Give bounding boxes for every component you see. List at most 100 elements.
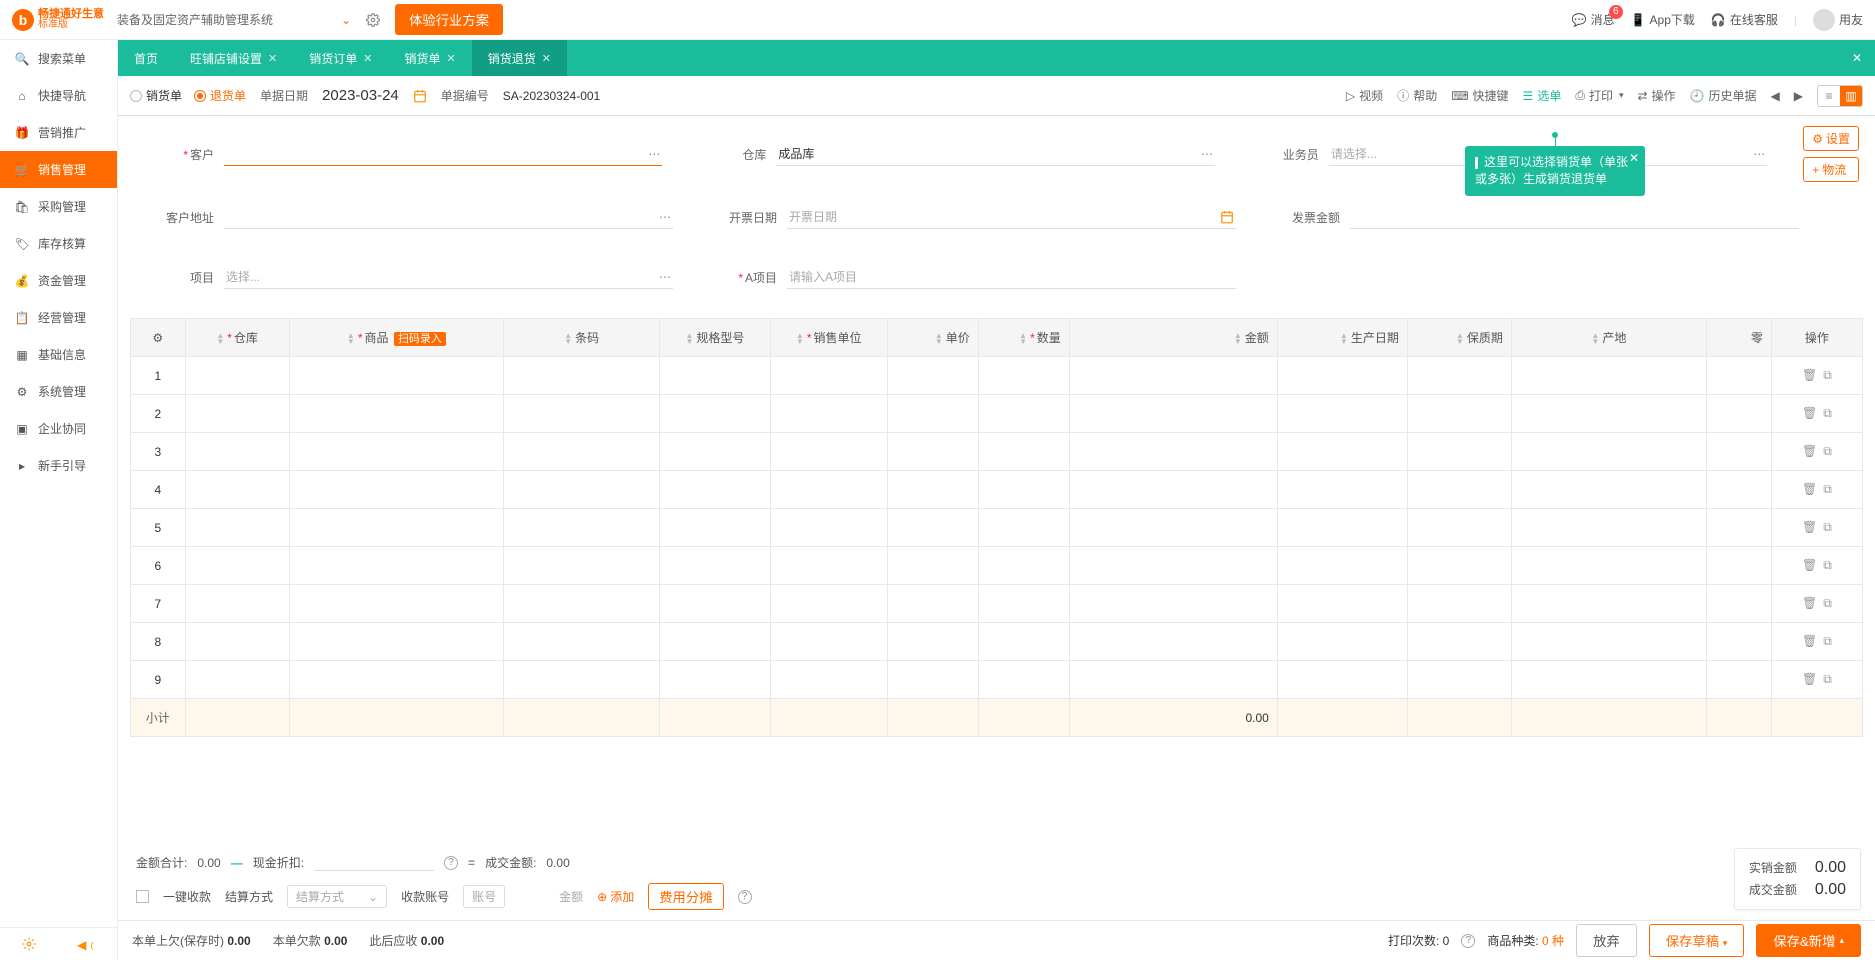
copy-row-icon[interactable]: ⧉ xyxy=(1823,596,1832,610)
sidebar-item[interactable]: ⌂快捷导航 xyxy=(0,77,117,114)
trial-button[interactable]: 体验行业方案 xyxy=(395,4,503,35)
sidebar-item[interactable]: 🛒销售管理 xyxy=(0,151,117,188)
system-select[interactable]: 装备及固定资产辅助管理系统 ⌄ xyxy=(117,11,351,28)
tab[interactable]: 销货单✕ xyxy=(388,40,471,76)
delete-row-icon[interactable]: 🗑 xyxy=(1802,406,1817,420)
col-product[interactable]: ▲▼*商品 扫码录入 xyxy=(289,319,504,357)
delete-row-icon[interactable]: 🗑 xyxy=(1802,482,1817,496)
sidebar-settings-icon[interactable] xyxy=(0,928,59,960)
save-and-new-button[interactable]: 保存&新增▴ xyxy=(1756,924,1861,957)
video-link[interactable]: ▷视频 xyxy=(1346,87,1383,104)
delete-row-icon[interactable]: 🗑 xyxy=(1802,596,1817,610)
shortcut-link[interactable]: ⌨快捷键 xyxy=(1451,87,1508,104)
sidebar-item[interactable]: ▣企业协同 xyxy=(0,410,117,447)
table-row[interactable]: 2🗑⧉ xyxy=(131,395,1863,433)
table-row[interactable]: 9🗑⧉ xyxy=(131,661,1863,699)
sidebar-item[interactable]: 💰资金管理 xyxy=(0,262,117,299)
next-doc-icon[interactable]: ▶ xyxy=(1794,89,1803,103)
table-row[interactable]: 6🗑⧉ xyxy=(131,547,1863,585)
col-origin[interactable]: ▲▼产地 xyxy=(1511,319,1706,357)
sidebar-item[interactable]: 🛍采购管理 xyxy=(0,188,117,225)
sidebar-collapse-icon[interactable]: ◀﹙ xyxy=(59,928,118,960)
tab-close-icon[interactable]: ✕ xyxy=(363,52,372,65)
view-form-icon[interactable]: ▥ xyxy=(1840,86,1862,106)
table-row[interactable]: 3🗑⧉ xyxy=(131,433,1863,471)
save-draft-button[interactable]: 保存草稿 ▾ xyxy=(1649,924,1745,957)
delete-row-icon[interactable]: 🗑 xyxy=(1802,634,1817,648)
col-shelf[interactable]: ▲▼保质期 xyxy=(1407,319,1511,357)
col-prod-date[interactable]: ▲▼生产日期 xyxy=(1277,319,1407,357)
gear-icon[interactable] xyxy=(363,10,383,30)
settings-button[interactable]: ⚙设置 xyxy=(1803,126,1859,151)
lookup-icon[interactable]: ⋯ xyxy=(659,270,671,284)
radio-sales-order[interactable]: 销货单 xyxy=(130,87,182,104)
col-unit[interactable]: ▲▼*销售单位 xyxy=(770,319,887,357)
table-row[interactable]: 7🗑⧉ xyxy=(131,585,1863,623)
addr-input[interactable]: ⋯ xyxy=(224,205,673,229)
settle-select[interactable]: 结算方式⌄ xyxy=(287,885,387,908)
table-row[interactable]: 1🗑⧉ xyxy=(131,357,1863,395)
user-menu[interactable]: 用友 xyxy=(1813,9,1863,31)
project-input[interactable]: 选择...⋯ xyxy=(224,265,673,289)
tab[interactable]: 销货退货✕ xyxy=(472,40,567,76)
operate-link[interactable]: ⇄操作 xyxy=(1637,87,1675,104)
view-list-icon[interactable]: ≡ xyxy=(1818,86,1840,106)
tab-close-icon[interactable]: ✕ xyxy=(268,52,277,65)
col-amount[interactable]: ▲▼金额 xyxy=(1069,319,1277,357)
acct-select[interactable]: 账号 xyxy=(463,885,505,908)
help-icon[interactable]: ? xyxy=(1461,934,1475,948)
tab-close-icon[interactable]: ✕ xyxy=(542,52,551,65)
col-price[interactable]: ▲▼单价 xyxy=(887,319,978,357)
lookup-icon[interactable]: ⋯ xyxy=(1201,147,1213,161)
warehouse-input[interactable]: 成品库⋯ xyxy=(776,142,1214,166)
scan-tag[interactable]: 扫码录入 xyxy=(394,332,446,346)
col-spec[interactable]: ▲▼规格型号 xyxy=(660,319,771,357)
add-payment-link[interactable]: ⊕添加 xyxy=(597,888,634,905)
tooltip-close-icon[interactable]: ✕ xyxy=(1629,150,1639,167)
sidebar-item[interactable]: 🏷库存核算 xyxy=(0,225,117,262)
delete-row-icon[interactable]: 🗑 xyxy=(1802,520,1817,534)
copy-row-icon[interactable]: ⧉ xyxy=(1823,444,1832,458)
sidebar-item[interactable]: ⚙系统管理 xyxy=(0,373,117,410)
copy-row-icon[interactable]: ⧉ xyxy=(1823,520,1832,534)
copy-row-icon[interactable]: ⧉ xyxy=(1823,406,1832,420)
col-warehouse[interactable]: ▲▼*仓库 xyxy=(185,319,289,357)
close-all-tabs-icon[interactable]: ✕ xyxy=(1839,40,1875,76)
sidebar-item[interactable]: ▸新手引导 xyxy=(0,447,117,484)
sidebar-item[interactable]: 🎁营销推广 xyxy=(0,114,117,151)
table-row[interactable]: 8🗑⧉ xyxy=(131,623,1863,661)
a-project-input[interactable]: 请输入A项目 xyxy=(787,265,1236,289)
help-icon[interactable]: ? xyxy=(444,856,458,870)
calendar-icon[interactable] xyxy=(413,88,427,103)
tab-close-icon[interactable]: ✕ xyxy=(447,52,456,65)
delete-row-icon[interactable]: 🗑 xyxy=(1802,368,1817,382)
print-link[interactable]: ⎙打印▾ xyxy=(1575,87,1623,104)
help-link[interactable]: ⓘ帮助 xyxy=(1397,87,1437,104)
radio-return-order[interactable]: 退货单 xyxy=(194,87,246,104)
app-download-link[interactable]: 📱 App下载 xyxy=(1631,11,1695,28)
sidebar-item[interactable]: ▦基础信息 xyxy=(0,336,117,373)
delete-row-icon[interactable]: 🗑 xyxy=(1802,672,1817,686)
history-link[interactable]: 🕘历史单据 xyxy=(1690,87,1757,104)
copy-row-icon[interactable]: ⧉ xyxy=(1823,634,1832,648)
delete-row-icon[interactable]: 🗑 xyxy=(1802,444,1817,458)
copy-row-icon[interactable]: ⧉ xyxy=(1823,672,1832,686)
pick-order-link[interactable]: ☰选单 xyxy=(1523,87,1562,104)
delete-row-icon[interactable]: 🗑 xyxy=(1802,558,1817,572)
messages-link[interactable]: 💬 消息 6 xyxy=(1572,11,1615,28)
copy-row-icon[interactable]: ⧉ xyxy=(1823,368,1832,382)
invoice-amt-input[interactable] xyxy=(1350,205,1799,229)
doc-date-value[interactable]: 2023-03-24 xyxy=(322,87,399,104)
sidebar-item[interactable]: 🔍搜索菜单 xyxy=(0,40,117,77)
sidebar-item[interactable]: 📋经营管理 xyxy=(0,299,117,336)
col-barcode[interactable]: ▲▼条码 xyxy=(504,319,660,357)
tab[interactable]: 首页 xyxy=(118,40,174,76)
customer-input[interactable]: ⋯ xyxy=(224,142,662,166)
lookup-icon[interactable]: ⋯ xyxy=(659,210,671,224)
copy-row-icon[interactable]: ⧉ xyxy=(1823,482,1832,496)
invoice-date-input[interactable]: 开票日期 xyxy=(787,205,1236,229)
calendar-icon[interactable] xyxy=(1220,209,1234,224)
table-row[interactable]: 5🗑⧉ xyxy=(131,509,1863,547)
lookup-icon[interactable]: ⋯ xyxy=(1753,147,1765,161)
table-row[interactable]: 4🗑⧉ xyxy=(131,471,1863,509)
